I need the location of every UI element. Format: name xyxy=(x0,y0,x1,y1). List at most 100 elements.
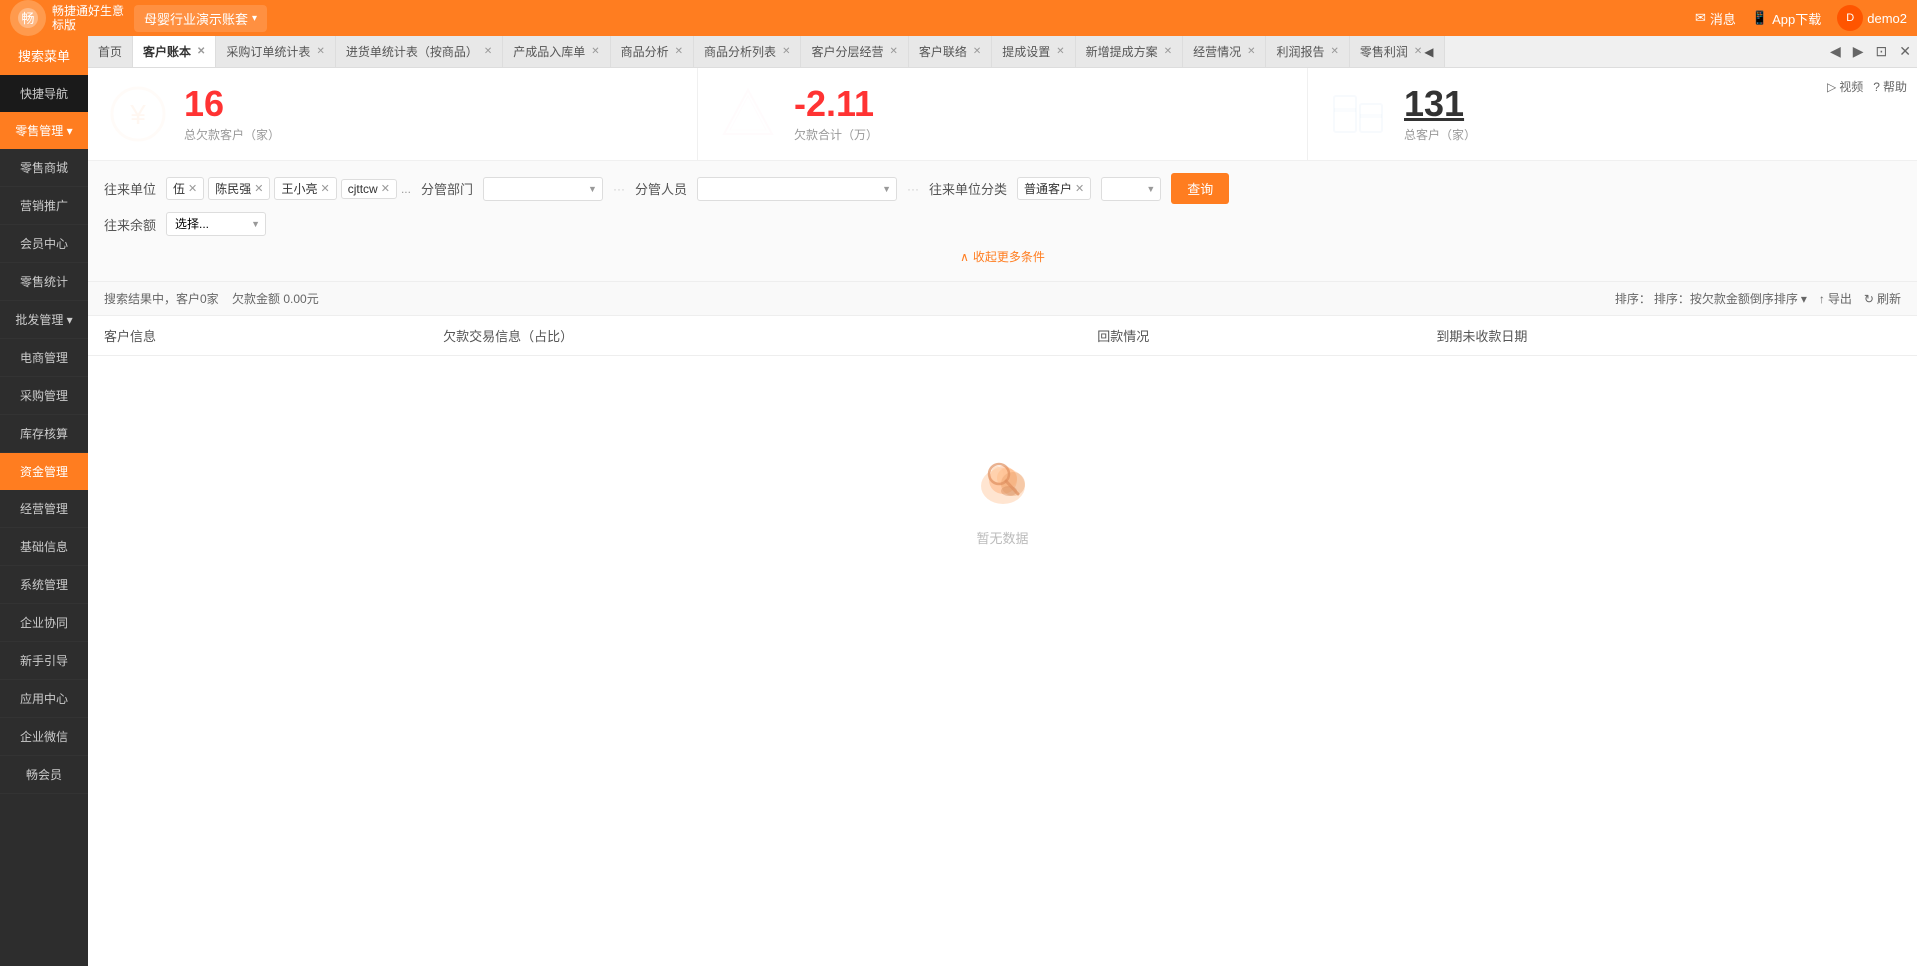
close-tab-business[interactable]: ✕ xyxy=(1247,46,1255,57)
export-icon: ↑ xyxy=(1819,292,1825,306)
sidebar-item-wechat[interactable]: 企业微信 xyxy=(0,718,88,756)
close-tab-retail-profit[interactable]: ✕ xyxy=(1414,46,1422,57)
refresh-btn[interactable]: ↻ 刷新 xyxy=(1864,290,1901,307)
result-text: 搜索结果中，客户0家 欠款金额 0.00元 xyxy=(104,290,319,307)
sidebar-item-members[interactable]: 会员中心 xyxy=(0,225,88,263)
sort-label: 排序：排序：按欠款金额倒序排序 ▾ xyxy=(1615,290,1807,307)
filter-tag-wu[interactable]: 伍 ✕ xyxy=(166,177,204,200)
tab-maximize[interactable]: ⊡ xyxy=(1870,43,1894,60)
sidebar-item-member[interactable]: 畅会员 xyxy=(0,756,88,794)
stat-card-debt: -2.11 欠款合计（万） xyxy=(698,68,1308,160)
tab-scroll-right[interactable]: ▶ xyxy=(1847,43,1870,60)
tab-customer-account[interactable]: 客户账本 ✕ xyxy=(133,36,216,68)
tab-product-inbound[interactable]: 产成品入库单 ✕ xyxy=(503,36,610,68)
tab-new-commission[interactable]: 新增提成方案 ✕ xyxy=(1076,36,1183,68)
remove-tag-chen[interactable]: ✕ xyxy=(254,182,263,195)
tab-business[interactable]: 经营情况 ✕ xyxy=(1183,36,1266,68)
tab-inbound-stats[interactable]: 进货单统计表（按商品） ✕ xyxy=(336,36,503,68)
stat-info-total: 131 总客户（家） xyxy=(1404,86,1476,143)
unit-type-select[interactable] xyxy=(1101,177,1161,201)
balance-select[interactable]: 选择... xyxy=(166,212,266,236)
sidebar-item-wholesale[interactable]: 批发管理 ▾ xyxy=(0,301,88,339)
department-select-wrap xyxy=(483,177,603,201)
close-tab-product[interactable]: ✕ xyxy=(591,46,599,57)
person-input[interactable] xyxy=(697,177,897,201)
filter-tag-normal-customer[interactable]: 普通客户 ✕ xyxy=(1017,177,1091,200)
tab-customer-contact[interactable]: 客户联络 ✕ xyxy=(909,36,992,68)
content-area: 首页 客户账本 ✕ 采购订单统计表 ✕ 进货单统计表（按商品） ✕ 产成品入库单… xyxy=(88,36,1917,966)
remove-tag-wang[interactable]: ✕ xyxy=(321,182,330,195)
more-tabs-icon: ◀ xyxy=(1424,45,1433,59)
sidebar-item-ecommerce[interactable]: 电商管理 xyxy=(0,339,88,377)
close-tab-customer[interactable]: ✕ xyxy=(197,46,205,57)
close-tab-purchase[interactable]: ✕ xyxy=(316,46,324,57)
filter-tag-wang[interactable]: 王小亮 ✕ xyxy=(274,177,336,200)
sidebar-item-retail-mall[interactable]: 零售商城 xyxy=(0,149,88,187)
video-link[interactable]: ▷ 视频 xyxy=(1827,78,1863,95)
sidebar-item-cooperation[interactable]: 企业协同 xyxy=(0,604,88,642)
close-tab-inbound[interactable]: ✕ xyxy=(484,46,492,57)
sidebar-item-marketing[interactable]: 营销推广 xyxy=(0,187,88,225)
tab-customer-layer[interactable]: 客户分层经营 ✕ xyxy=(801,36,908,68)
sidebar-item-operations[interactable]: 经营管理 xyxy=(0,490,88,528)
account-selector-wrap[interactable]: 母婴行业演示账套 ▾ xyxy=(134,5,267,32)
close-tab-profit[interactable]: ✕ xyxy=(1331,46,1339,57)
collapse-btn[interactable]: ∧ 收起更多条件 xyxy=(948,244,1057,269)
remove-tag-wu[interactable]: ✕ xyxy=(188,182,197,195)
sidebar-quick-nav[interactable]: 快捷导航 xyxy=(0,75,88,112)
close-tab-analysis-list[interactable]: ✕ xyxy=(782,46,790,57)
tab-commission-setting[interactable]: 提成设置 ✕ xyxy=(992,36,1075,68)
empty-state: 暂无数据 xyxy=(88,356,1917,627)
sidebar-item-retail-stats[interactable]: 零售统计 xyxy=(0,263,88,301)
tab-close-all[interactable]: ✕ xyxy=(1893,43,1917,60)
result-bar: 搜索结果中，客户0家 欠款金额 0.00元 排序：排序：按欠款金额倒序排序 ▾ … xyxy=(88,282,1917,316)
tab-controls: ◀ ▶ ⊡ ✕ xyxy=(1824,43,1917,60)
sort-chevron[interactable]: ▾ xyxy=(1801,292,1807,306)
sidebar-item-guide[interactable]: 新手引导 xyxy=(0,642,88,680)
stat-card-total: 131 总客户（家） ▷ 视频 ? 帮助 xyxy=(1308,68,1917,160)
person-select-wrap xyxy=(697,177,897,201)
department-select[interactable] xyxy=(483,177,603,201)
query-button[interactable]: 查询 xyxy=(1171,173,1229,204)
help-link[interactable]: ? 帮助 xyxy=(1873,78,1907,95)
tab-home[interactable]: 首页 xyxy=(88,36,133,68)
close-tab-layer[interactable]: ✕ xyxy=(889,46,897,57)
remove-tag-normal[interactable]: ✕ xyxy=(1075,182,1084,195)
more-tags-btn[interactable]: ... xyxy=(401,182,411,196)
stat-number-debt: -2.11 xyxy=(794,86,878,122)
stat-label-customers: 总欠款客户（家） xyxy=(184,126,280,143)
unit-type-select-wrap xyxy=(1101,177,1161,201)
export-btn[interactable]: ↑ 导出 xyxy=(1819,290,1852,307)
stat-number-total: 131 xyxy=(1404,86,1476,122)
remove-tag-cjttcw[interactable]: ✕ xyxy=(381,182,390,195)
app-download-btn[interactable]: 📱 App下载 xyxy=(1752,9,1821,28)
tab-purchase-stats[interactable]: 采购订单统计表 ✕ xyxy=(216,36,335,68)
sidebar-item-app-center[interactable]: 应用中心 xyxy=(0,680,88,718)
user-menu[interactable]: D demo2 xyxy=(1837,5,1907,31)
col-repayment: 回款情况 xyxy=(1081,316,1420,356)
filter-tag-chen[interactable]: 陈民强 ✕ xyxy=(208,177,270,200)
refresh-icon: ↻ xyxy=(1864,292,1874,306)
avatar: D xyxy=(1837,5,1863,31)
filter-tag-cjttcw[interactable]: cjttcw ✕ xyxy=(341,179,397,199)
sidebar-item-purchase[interactable]: 采购管理 xyxy=(0,377,88,415)
close-tab-new-commission[interactable]: ✕ xyxy=(1164,46,1172,57)
sidebar-search[interactable]: 搜索菜单 xyxy=(0,36,88,75)
person-label: 分管人员 xyxy=(635,179,687,198)
sidebar-item-system[interactable]: 系统管理 xyxy=(0,566,88,604)
svg-text:畅: 畅 xyxy=(21,11,34,26)
message-btn[interactable]: ✉ 消息 xyxy=(1695,9,1736,28)
sidebar-item-finance[interactable]: 资金管理 xyxy=(0,453,88,490)
tab-retail-profit[interactable]: 零售利润 ✕ ◀ xyxy=(1350,36,1445,68)
tab-product-analysis[interactable]: 商品分析 ✕ xyxy=(611,36,694,68)
balance-label: 往来余额 xyxy=(104,215,156,234)
tab-scroll-left[interactable]: ◀ xyxy=(1824,43,1847,60)
sidebar-item-retail-management[interactable]: 零售管理 ▾ xyxy=(0,112,88,149)
close-tab-commission[interactable]: ✕ xyxy=(1056,46,1064,57)
sidebar-item-inventory[interactable]: 库存核算 xyxy=(0,415,88,453)
close-tab-analysis[interactable]: ✕ xyxy=(675,46,683,57)
sidebar-item-basic-info[interactable]: 基础信息 xyxy=(0,528,88,566)
tab-profit-report[interactable]: 利润报告 ✕ xyxy=(1266,36,1349,68)
tab-product-analysis-list[interactable]: 商品分析列表 ✕ xyxy=(694,36,801,68)
close-tab-contact[interactable]: ✕ xyxy=(973,46,981,57)
